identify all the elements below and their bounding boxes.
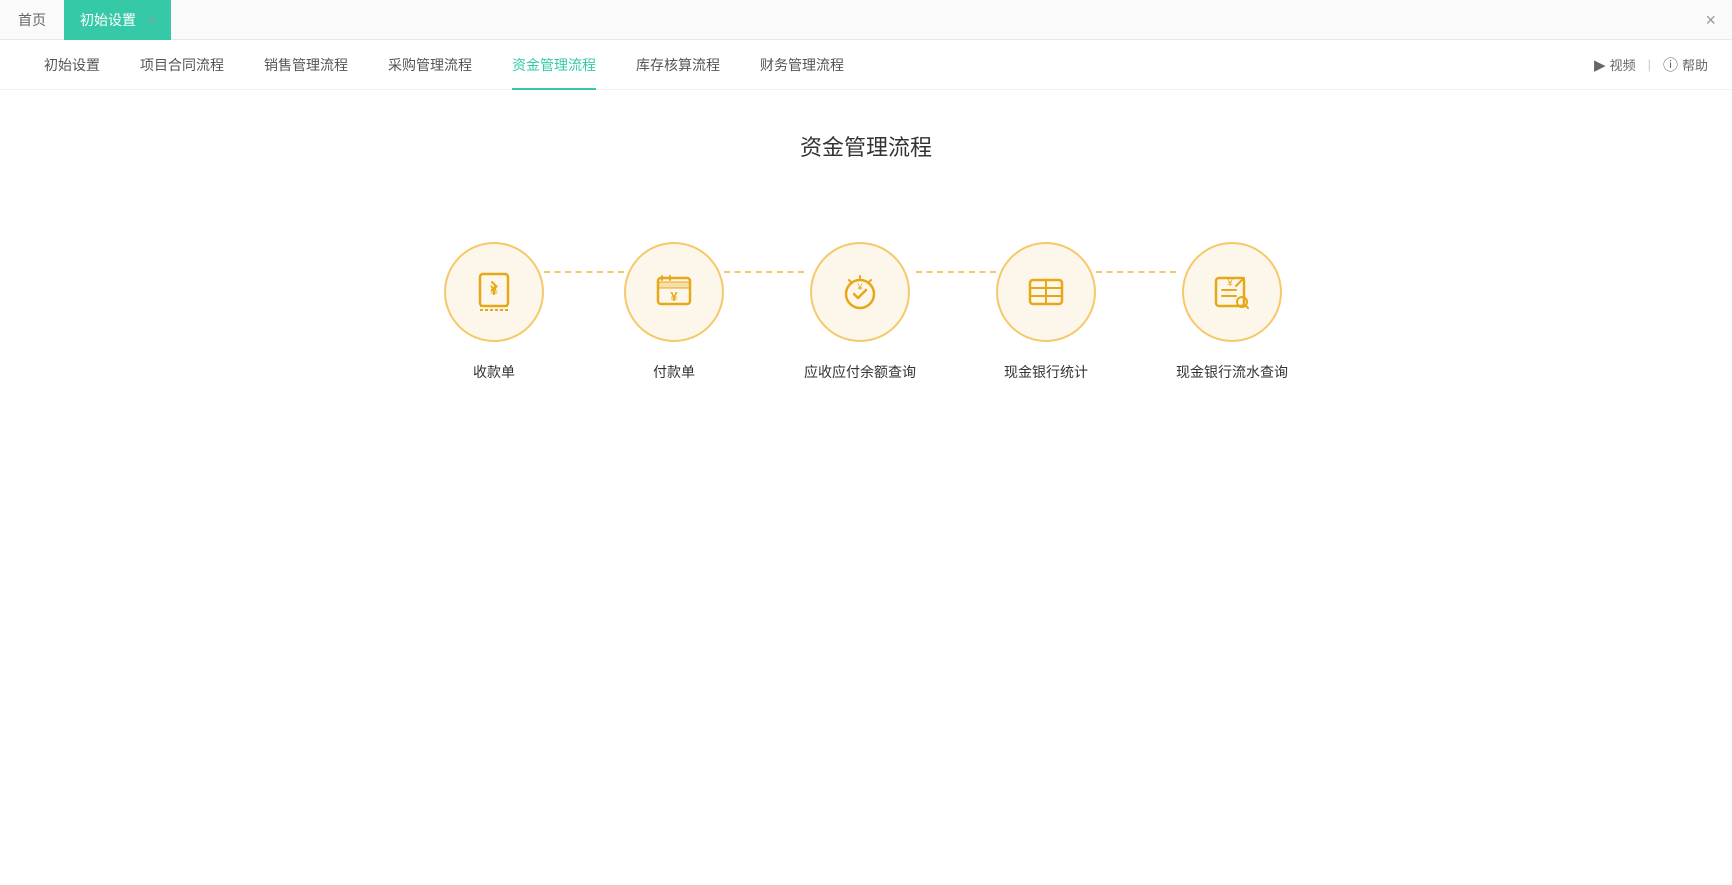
nav-bar: 初始设置 项目合同流程 销售管理流程 采购管理流程 资金管理流程 库存核算流程 … <box>0 40 1732 90</box>
flow-container: ¥ 收款单 ¥ 付款单 <box>444 242 1288 382</box>
payment-label: 付款单 <box>653 362 695 382</box>
receipt-icon-circle: ¥ <box>444 242 544 342</box>
balance-query-icon-circle: ¥ <box>810 242 910 342</box>
video-label: 视频 <box>1610 55 1636 74</box>
window-close-button[interactable]: × <box>1705 10 1716 31</box>
help-icon: ⓘ <box>1663 54 1678 75</box>
flow-item-receipt[interactable]: ¥ 收款单 <box>444 242 544 382</box>
connector-1 <box>544 271 624 323</box>
bank-flow-icon-circle: ¥ <box>1182 242 1282 342</box>
connector-2 <box>724 271 804 323</box>
balance-query-label: 应收应付余额查询 <box>804 362 916 382</box>
nav-item-fund-management[interactable]: 资金管理流程 <box>492 40 616 90</box>
flow-item-payment[interactable]: ¥ 付款单 <box>624 242 724 382</box>
flow-item-balance-query[interactable]: ¥ 应收应付余额查询 <box>804 242 916 382</box>
payment-icon: ¥ <box>650 268 698 316</box>
bank-stats-label: 现金银行统计 <box>1004 362 1088 382</box>
bank-flow-label: 现金银行流水查询 <box>1176 362 1288 382</box>
main-content: 资金管理流程 ¥ 收款单 <box>0 90 1732 422</box>
top-tab-bar: 首页 初始设置 × <box>0 0 1732 40</box>
video-icon: ▶ <box>1594 56 1606 74</box>
bank-flow-icon: ¥ <box>1208 268 1256 316</box>
bank-stats-icon-circle <box>996 242 1096 342</box>
payment-icon-circle: ¥ <box>624 242 724 342</box>
receipt-label: 收款单 <box>473 362 515 382</box>
nav-item-financial[interactable]: 财务管理流程 <box>740 40 864 90</box>
bank-stats-icon <box>1022 268 1070 316</box>
connector-4 <box>1096 271 1176 323</box>
svg-text:¥: ¥ <box>670 289 678 304</box>
page-title: 资金管理流程 <box>800 130 932 162</box>
nav-item-sales-management[interactable]: 销售管理流程 <box>244 40 368 90</box>
nav-item-inventory[interactable]: 库存核算流程 <box>616 40 740 90</box>
nav-item-purchase-management[interactable]: 采购管理流程 <box>368 40 492 90</box>
nav-right: ▶ 视频 | ⓘ 帮助 <box>1594 54 1708 75</box>
flow-item-bank-flow[interactable]: ¥ 现金银行流水查询 <box>1176 242 1288 382</box>
help-label: 帮助 <box>1682 55 1708 74</box>
help-link[interactable]: ⓘ 帮助 <box>1663 54 1708 75</box>
connector-3 <box>916 271 996 323</box>
receipt-icon: ¥ <box>470 268 518 316</box>
tab-initial-setup[interactable]: 初始设置 × <box>64 0 171 40</box>
tab-home[interactable]: 首页 <box>0 0 64 40</box>
nav-item-initial-setup[interactable]: 初始设置 <box>24 40 120 90</box>
nav-item-project-contract[interactable]: 项目合同流程 <box>120 40 244 90</box>
svg-text:¥: ¥ <box>1226 278 1233 289</box>
tab-close-icon[interactable]: × <box>148 0 155 40</box>
balance-query-icon: ¥ <box>836 268 884 316</box>
video-link[interactable]: ▶ 视频 <box>1594 55 1636 74</box>
svg-text:¥: ¥ <box>856 282 863 292</box>
flow-item-bank-stats[interactable]: 现金银行统计 <box>996 242 1096 382</box>
